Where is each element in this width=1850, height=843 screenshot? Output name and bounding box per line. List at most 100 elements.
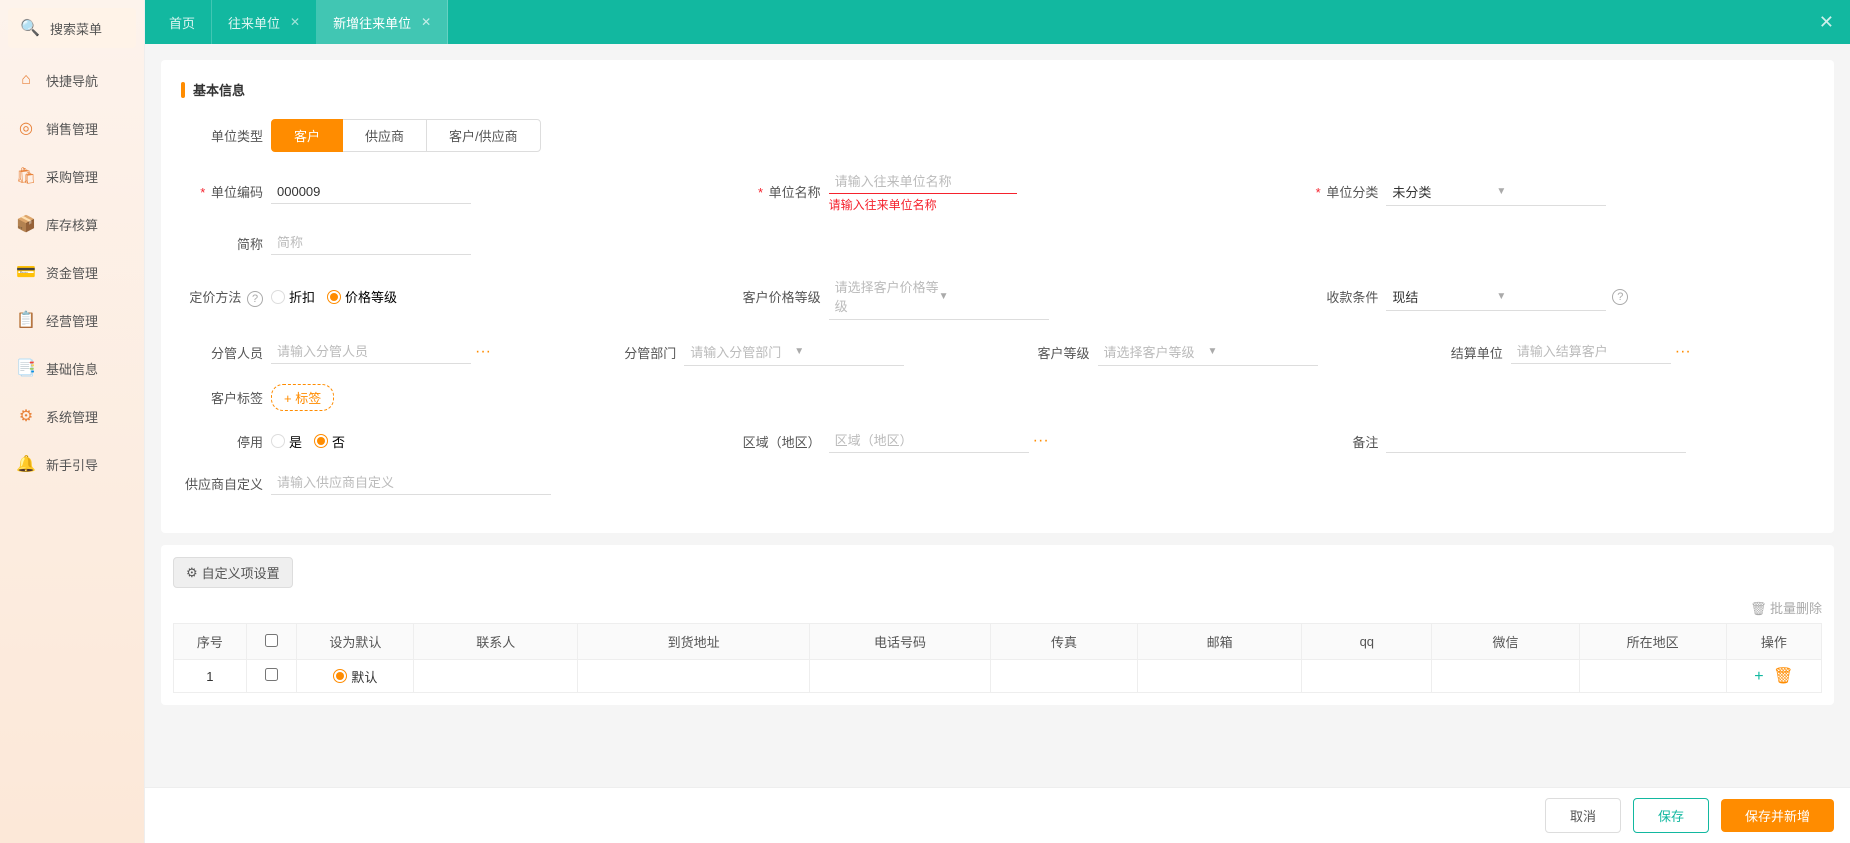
inventory-icon: 📦 (16, 214, 36, 234)
customer-level-select[interactable]: 请选择客户等级 ▼ (1098, 338, 1318, 366)
tab-home[interactable]: 首页 (153, 0, 212, 44)
window-close-btn[interactable]: ✕ (1811, 12, 1842, 33)
footer: 取消 保存 保存并新增 (145, 787, 1850, 843)
pricing-option-discount[interactable]: 折扣 (271, 287, 315, 306)
region-input[interactable] (829, 429, 1029, 453)
disabled-no[interactable]: 否 (314, 432, 345, 451)
basic-info-icon: 📑 (16, 358, 36, 378)
sidebar-item-purchase[interactable]: 🛍 采购管理 (0, 152, 144, 200)
payment-terms-help-icon[interactable]: ? (1612, 289, 1628, 305)
customer-tag-label: 客户标签 (181, 388, 271, 407)
cell-seq: 1 (174, 660, 247, 693)
department-select[interactable]: 请输入分管部门 ▼ (684, 338, 904, 366)
save-new-button[interactable]: 保存并新增 (1721, 799, 1834, 832)
batch-delete-label[interactable]: 批量删除 (1770, 601, 1822, 616)
sidebar-item-guide[interactable]: 🔔 新手引导 (0, 440, 144, 488)
cell-region (1579, 660, 1726, 693)
settlement-unit-more[interactable]: ··· (1671, 343, 1695, 361)
unit-name-required: * (758, 185, 763, 200)
sidebar-item-basic-info[interactable]: 📑 基础信息 (0, 344, 144, 392)
sidebar-item-quick-nav[interactable]: ⌂ 快捷导航 (0, 56, 144, 104)
settlement-unit-input[interactable] (1511, 340, 1671, 364)
tab-new-contact-unit-close[interactable]: ✕ (421, 15, 431, 29)
select-all-checkbox[interactable] (265, 634, 278, 647)
unit-type-label: 单位类型 (181, 126, 271, 145)
payment-terms-select[interactable]: 现结 ▼ (1386, 283, 1606, 311)
unit-code-input[interactable] (271, 180, 471, 204)
sidebar-label-finance: 资金管理 (46, 263, 98, 282)
disabled-no-label: 否 (332, 432, 345, 451)
customer-price-level-select[interactable]: 请选择客户价格等级 ▼ (829, 273, 1049, 320)
type-btn-supplier[interactable]: 供应商 (343, 119, 426, 152)
section-icon-bar (181, 82, 185, 98)
sidebar-item-finance[interactable]: 💳 资金管理 (0, 248, 144, 296)
field-notes: 备注 (1296, 429, 1814, 453)
unit-category-select[interactable]: 未分类 ▼ (1386, 178, 1606, 206)
qq-input[interactable] (1337, 669, 1397, 684)
save-button[interactable]: 保存 (1633, 798, 1709, 833)
add-row-btn[interactable]: + (1754, 668, 1763, 685)
unit-name-input[interactable] (829, 170, 1017, 194)
row-disabled-region: 停用 是 否 区 (181, 429, 1814, 453)
cell-phone (810, 660, 991, 693)
fax-input[interactable] (1029, 669, 1099, 684)
payment-terms-arrow: ▼ (1496, 291, 1600, 302)
email-input[interactable] (1180, 669, 1260, 684)
row-supervisor: 分管人员 ··· 分管部门 请输入分管部门 ▼ 客户等级 请选择客户等级 ▼ (181, 338, 1814, 366)
row-customer-tag: 客户标签 + 标签 (181, 384, 1814, 411)
col-action: 操作 (1726, 624, 1821, 660)
row-short-name: 简称 (181, 231, 1814, 255)
region-table-input[interactable] (1618, 669, 1688, 684)
pricing-help-icon[interactable]: ? (247, 291, 263, 307)
price-level-radio-outer (327, 290, 341, 304)
sidebar-item-sys-mgmt[interactable]: ⚙ 系统管理 (0, 392, 144, 440)
type-btn-both[interactable]: 客户/供应商 (426, 119, 541, 152)
basic-info-card: 基本信息 单位类型 客户 供应商 客户/供应商 * 单位编码 (161, 60, 1834, 533)
sidebar-item-search[interactable]: 🔍 搜索菜单 (8, 8, 136, 48)
notes-input[interactable] (1386, 429, 1686, 453)
disabled-no-inner (317, 437, 325, 445)
sidebar-item-sales[interactable]: ◎ 销售管理 (0, 104, 144, 152)
cell-email (1138, 660, 1302, 693)
supervisor-input[interactable] (271, 340, 471, 364)
col-email: 邮箱 (1138, 624, 1302, 660)
tab-new-contact-unit[interactable]: 新增往来单位 ✕ (317, 0, 448, 44)
sidebar-item-inventory[interactable]: 📦 库存核算 (0, 200, 144, 248)
unit-category-value: 未分类 (1392, 182, 1496, 201)
department-placeholder: 请输入分管部门 (690, 342, 794, 361)
price-level-label: 价格等级 (345, 287, 397, 306)
unit-category-label: * 单位分类 (1296, 182, 1386, 201)
add-tag-button[interactable]: + 标签 (271, 384, 334, 411)
supervisor-more[interactable]: ··· (471, 343, 495, 361)
sidebar-item-operations[interactable]: 📋 经营管理 (0, 296, 144, 344)
guide-icon: 🔔 (16, 454, 36, 474)
tab-contact-units-close[interactable]: ✕ (290, 15, 300, 29)
region-more[interactable]: ··· (1029, 432, 1053, 450)
add-tag-label: + 标签 (284, 388, 321, 407)
col-wechat: 微信 (1432, 624, 1579, 660)
wechat-input[interactable] (1470, 669, 1540, 684)
default-radio[interactable]: 默认 (305, 667, 405, 686)
contact-input[interactable] (456, 669, 536, 684)
department-label: 分管部门 (594, 343, 684, 362)
tab-contact-units-label: 往来单位 (228, 13, 280, 32)
supplier-custom-input[interactable] (271, 471, 551, 495)
field-short-name: 简称 (181, 231, 1814, 255)
address-input[interactable] (634, 669, 754, 684)
row-checkbox[interactable] (265, 668, 278, 681)
row-pricing: 定价方法 ? 折扣 价格等级 (181, 273, 1814, 320)
discount-radio-outer (271, 290, 285, 304)
phone-input[interactable] (855, 669, 945, 684)
tab-new-contact-unit-label: 新增往来单位 (333, 13, 411, 32)
short-name-input[interactable] (271, 231, 471, 255)
cancel-button[interactable]: 取消 (1545, 798, 1621, 833)
customize-btn[interactable]: ⚙ 自定义项设置 (173, 557, 293, 588)
sidebar-label-purchase: 采购管理 (46, 167, 98, 186)
pricing-option-price-level[interactable]: 价格等级 (327, 287, 397, 306)
del-row-btn[interactable]: 🗑 (1773, 668, 1793, 685)
disabled-label: 停用 (181, 432, 271, 451)
type-btn-customer[interactable]: 客户 (271, 119, 343, 152)
tab-contact-units[interactable]: 往来单位 ✕ (212, 0, 317, 44)
sidebar: 🔍 搜索菜单 ⌂ 快捷导航 ◎ 销售管理 🛍 采购管理 📦 库存核算 💳 资金管… (0, 0, 145, 843)
disabled-yes[interactable]: 是 (271, 432, 302, 451)
